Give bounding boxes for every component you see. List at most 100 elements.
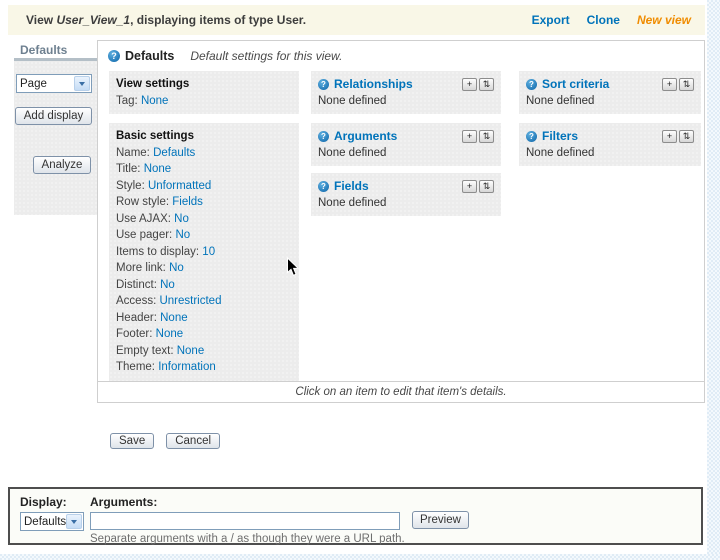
setting-value-link[interactable]: No [174, 213, 189, 225]
basic-settings-box: Basic settings Name: Defaults Title: Non… [109, 123, 299, 381]
relationships-box: ? Relationships + ⇅ None defined [311, 71, 501, 114]
setting-label: Header: [116, 311, 157, 324]
sort-criteria-link[interactable]: Sort criteria [542, 76, 609, 93]
views-ui-page: View User_View_1, displaying items of ty… [0, 0, 720, 560]
preview-display-select[interactable]: Defaults [20, 512, 84, 531]
preview-button[interactable]: Preview [412, 511, 469, 529]
setting-row-use-ajax: Use AJAX: No [116, 211, 292, 228]
setting-value-link[interactable]: None [160, 312, 188, 324]
editor-hint: Click on an item to edit that item's det… [98, 381, 704, 402]
setting-value-link[interactable]: No [175, 229, 190, 241]
help-icon[interactable]: ? [108, 50, 120, 62]
display-description: Default settings for this view. [190, 49, 343, 63]
export-link[interactable]: Export [532, 13, 570, 27]
setting-row-access: Access: Unrestricted [116, 293, 292, 310]
view-name: User_View_1 [56, 13, 131, 27]
setting-value-link[interactable]: None [141, 95, 169, 107]
setting-row-title: Title: None [116, 161, 292, 178]
clone-link[interactable]: Clone [587, 13, 620, 27]
empty-text: None defined [318, 196, 387, 209]
empty-text: None defined [318, 94, 387, 107]
setting-value-link[interactable]: Unformatted [148, 180, 211, 192]
display-type-select[interactable]: Page [16, 74, 92, 93]
relationships-link[interactable]: Relationships [334, 76, 413, 93]
add-display-button[interactable]: Add display [15, 107, 92, 125]
setting-label: Tag: [116, 94, 138, 107]
setting-value-link[interactable]: None [144, 163, 172, 175]
setting-value-link[interactable]: 10 [202, 246, 215, 258]
help-icon[interactable]: ? [526, 130, 537, 142]
setting-label: Footer: [116, 328, 153, 340]
form-actions: Save Cancel [110, 433, 221, 449]
setting-label: Empty text: [116, 344, 174, 357]
save-button[interactable]: Save [110, 433, 155, 449]
page-edge-right [707, 0, 720, 560]
rearrange-button[interactable]: ⇅ [479, 179, 494, 193]
new-view-link[interactable]: New view [637, 13, 691, 27]
add-item-button[interactable]: + [462, 129, 477, 143]
help-icon[interactable]: ? [526, 78, 537, 90]
display-title: Defaults [125, 49, 175, 63]
arguments-input[interactable] [90, 512, 400, 530]
help-icon[interactable]: ? [318, 78, 329, 90]
rearrange-button[interactable]: ⇅ [479, 77, 494, 91]
rearrange-button[interactable]: ⇅ [479, 129, 494, 143]
setting-row-empty-text: Empty text: None [116, 343, 292, 360]
setting-label: Distinct: [116, 278, 157, 291]
setting-label: Use AJAX: [116, 212, 171, 225]
fields-box: ? Fields + ⇅ None defined [311, 173, 501, 216]
page-edge-bottom [0, 554, 720, 560]
filters-link[interactable]: Filters [542, 128, 578, 145]
rearrange-button[interactable]: ⇅ [679, 129, 694, 143]
setting-label: Use pager: [116, 229, 173, 241]
live-preview-box: Display: Defaults Arguments: Preview Sep… [8, 487, 703, 545]
arguments-link[interactable]: Arguments [334, 128, 397, 145]
setting-value-link[interactable]: None [177, 345, 205, 357]
empty-text: None defined [526, 94, 595, 107]
setting-label: Access: [116, 295, 157, 307]
cancel-button[interactable]: Cancel [166, 433, 221, 449]
setting-value-link[interactable]: Fields [172, 196, 203, 208]
help-icon[interactable]: ? [318, 180, 329, 192]
add-item-button[interactable]: + [462, 77, 477, 91]
setting-value-link[interactable]: No [160, 279, 175, 291]
setting-value-link[interactable]: No [169, 262, 184, 274]
analyze-button[interactable]: Analyze [33, 156, 91, 174]
display-header: ? Defaults Default settings for this vie… [108, 49, 342, 63]
setting-label: Items to display: [116, 245, 200, 258]
basic-settings-title: Basic settings [116, 130, 194, 142]
setting-label: Title: [116, 163, 141, 175]
setting-label: Name: [116, 146, 150, 159]
rearrange-button[interactable]: ⇅ [679, 77, 694, 91]
tab-defaults[interactable]: Defaults [14, 40, 97, 61]
setting-value-link[interactable]: Unrestricted [159, 295, 221, 307]
setting-row-header: Header: None [116, 310, 292, 327]
setting-label: Style: [116, 179, 145, 192]
view-settings-box: View settings Tag: None [109, 71, 299, 114]
add-item-button[interactable]: + [662, 129, 677, 143]
add-item-button[interactable]: + [462, 179, 477, 193]
display-type-value: Page [20, 77, 47, 90]
sort-criteria-box: ? Sort criteria + ⇅ None defined [519, 71, 701, 114]
setting-row-tag: Tag: None [116, 93, 292, 110]
add-item-button[interactable]: + [662, 77, 677, 91]
view-settings-title: View settings [116, 78, 190, 90]
fields-link[interactable]: Fields [334, 178, 369, 195]
setting-value-link[interactable]: None [156, 328, 184, 340]
setting-row-row-style: Row style: Fields [116, 194, 292, 211]
arguments-box: ? Arguments + ⇅ None defined [311, 123, 501, 166]
setting-row-distinct: Distinct: No [116, 277, 292, 294]
setting-row-footer: Footer: None [116, 326, 292, 343]
arguments-help-text: Separate arguments with a / as though th… [90, 533, 405, 545]
setting-value-link[interactable]: Defaults [153, 147, 195, 159]
setting-label: Row style: [116, 196, 170, 208]
filters-box: ? Filters + ⇅ None defined [519, 123, 701, 166]
chevron-down-icon [74, 76, 90, 91]
setting-row-name: Name: Defaults [116, 145, 292, 162]
summary-suffix: , displaying items of type User. [130, 13, 307, 27]
help-icon[interactable]: ? [318, 130, 329, 142]
setting-label: More link: [116, 262, 166, 274]
setting-row-more-link: More link: No [116, 260, 292, 277]
view-summary-text: View User_View_1, displaying items of ty… [26, 13, 306, 27]
setting-value-link[interactable]: Information [158, 361, 216, 373]
